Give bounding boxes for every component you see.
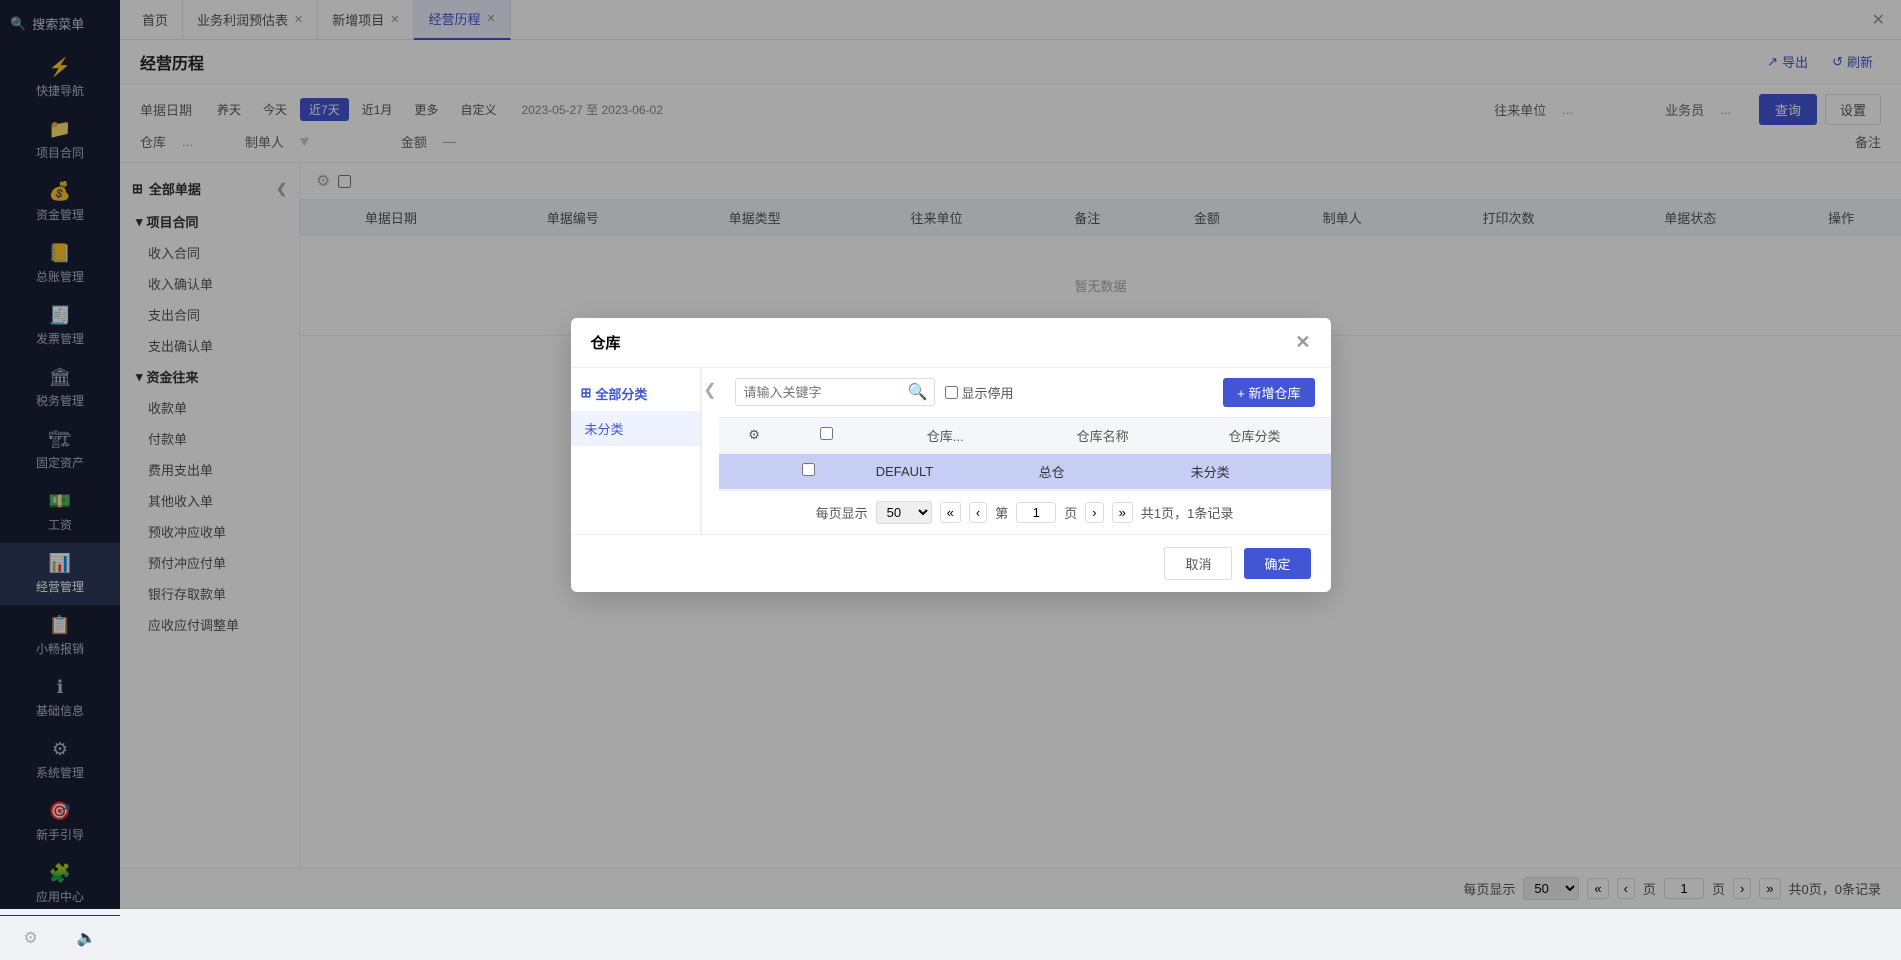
col-warehouse-category[interactable]: 仓库分类 — [1179, 418, 1331, 454]
modal-table-header: ⚙ 仓库... 仓库名称 仓库分类 — [719, 418, 1331, 454]
modal-header: 仓库 ✕ — [571, 318, 1331, 368]
modal-body: ⊞ 全部分类 未分类 ❮ 🔍 — [571, 368, 1331, 534]
modal-first-page-btn[interactable]: « — [940, 502, 961, 523]
volume-icon[interactable]: 🔈 — [77, 928, 97, 948]
modal-prev-page-btn[interactable]: ‹ — [969, 502, 987, 523]
modal-category-label: 全部分类 — [595, 384, 647, 403]
modal-category-header: ⊞ 全部分类 — [571, 376, 700, 411]
search-magnifier-icon: 🔍 — [908, 382, 928, 402]
modal-page-input[interactable] — [1016, 502, 1056, 523]
warehouse-modal: 仓库 ✕ ⊞ 全部分类 未分类 ❮ — [571, 318, 1331, 592]
modal-per-page-label: 每页显示 — [816, 503, 868, 522]
modal-collapse-btn[interactable]: ❮ — [701, 368, 719, 534]
modal-search-input[interactable] — [744, 385, 904, 400]
row-checkbox[interactable] — [790, 453, 864, 489]
modal-next-page-btn[interactable]: › — [1085, 502, 1103, 523]
modal-page-size-select[interactable]: 50 20 100 — [876, 501, 932, 524]
col-warehouse-code[interactable]: 仓库... — [864, 418, 1027, 454]
modal-confirm-btn[interactable]: 确定 — [1244, 548, 1310, 579]
row-name: 总仓 — [1027, 453, 1179, 489]
modal-close-btn[interactable]: ✕ — [1295, 332, 1310, 353]
col-warehouse-name[interactable]: 仓库名称 — [1027, 418, 1179, 454]
modal-total-text: 共1页，1条记录 — [1141, 503, 1233, 522]
modal-table-wrap: ⚙ 仓库... 仓库名称 仓库分类 DEFAULT — [719, 418, 1331, 490]
modal-page-suffix: 页 — [1064, 503, 1077, 522]
modal-page-label: 第 — [995, 503, 1008, 522]
unclassified-label: 未分类 — [585, 422, 624, 437]
modal-cancel-btn[interactable]: 取消 — [1164, 547, 1232, 580]
row-settings — [719, 453, 790, 489]
row-category: 未分类 — [1179, 453, 1331, 489]
show-disabled-label[interactable]: 显示停用 — [945, 383, 1014, 402]
sidebar-bottom: ⚙ 🔈 — [0, 915, 120, 960]
row-select-checkbox[interactable] — [802, 463, 815, 476]
grid-icon-modal: ⊞ — [581, 385, 592, 401]
show-disabled-text: 显示停用 — [962, 383, 1014, 402]
modal-title: 仓库 — [591, 332, 621, 353]
modal-right: 🔍 显示停用 + 新增仓库 ⚙ — [719, 368, 1331, 534]
modal-last-page-btn[interactable]: » — [1112, 502, 1133, 523]
add-warehouse-btn[interactable]: + 新增仓库 — [1223, 378, 1314, 407]
col-checkbox — [790, 418, 864, 454]
show-disabled-checkbox[interactable] — [945, 386, 958, 399]
modal-toolbar: 🔍 显示停用 + 新增仓库 — [719, 368, 1331, 418]
settings-col-icon: ⚙ — [748, 427, 760, 442]
settings-icon[interactable]: ⚙ — [23, 928, 37, 948]
collapse-icon: ❮ — [703, 380, 716, 400]
modal-warehouse-table: ⚙ 仓库... 仓库名称 仓库分类 DEFAULT — [719, 418, 1331, 490]
select-all-modal-checkbox[interactable] — [820, 427, 833, 440]
modal-table-row[interactable]: DEFAULT 总仓 未分类 — [719, 453, 1331, 489]
modal-left-nav: ⊞ 全部分类 未分类 — [571, 368, 701, 534]
modal-footer: 取消 确定 — [571, 534, 1331, 592]
modal-overlay: 仓库 ✕ ⊞ 全部分类 未分类 ❮ — [0, 0, 1901, 909]
modal-pagination: 每页显示 50 20 100 « ‹ 第 页 › » 共1页，1条记录 — [719, 490, 1331, 534]
modal-search-wrap[interactable]: 🔍 — [735, 378, 935, 406]
row-code: DEFAULT — [864, 453, 1027, 489]
modal-category-unclassified[interactable]: 未分类 — [571, 411, 700, 446]
col-settings: ⚙ — [719, 418, 790, 454]
